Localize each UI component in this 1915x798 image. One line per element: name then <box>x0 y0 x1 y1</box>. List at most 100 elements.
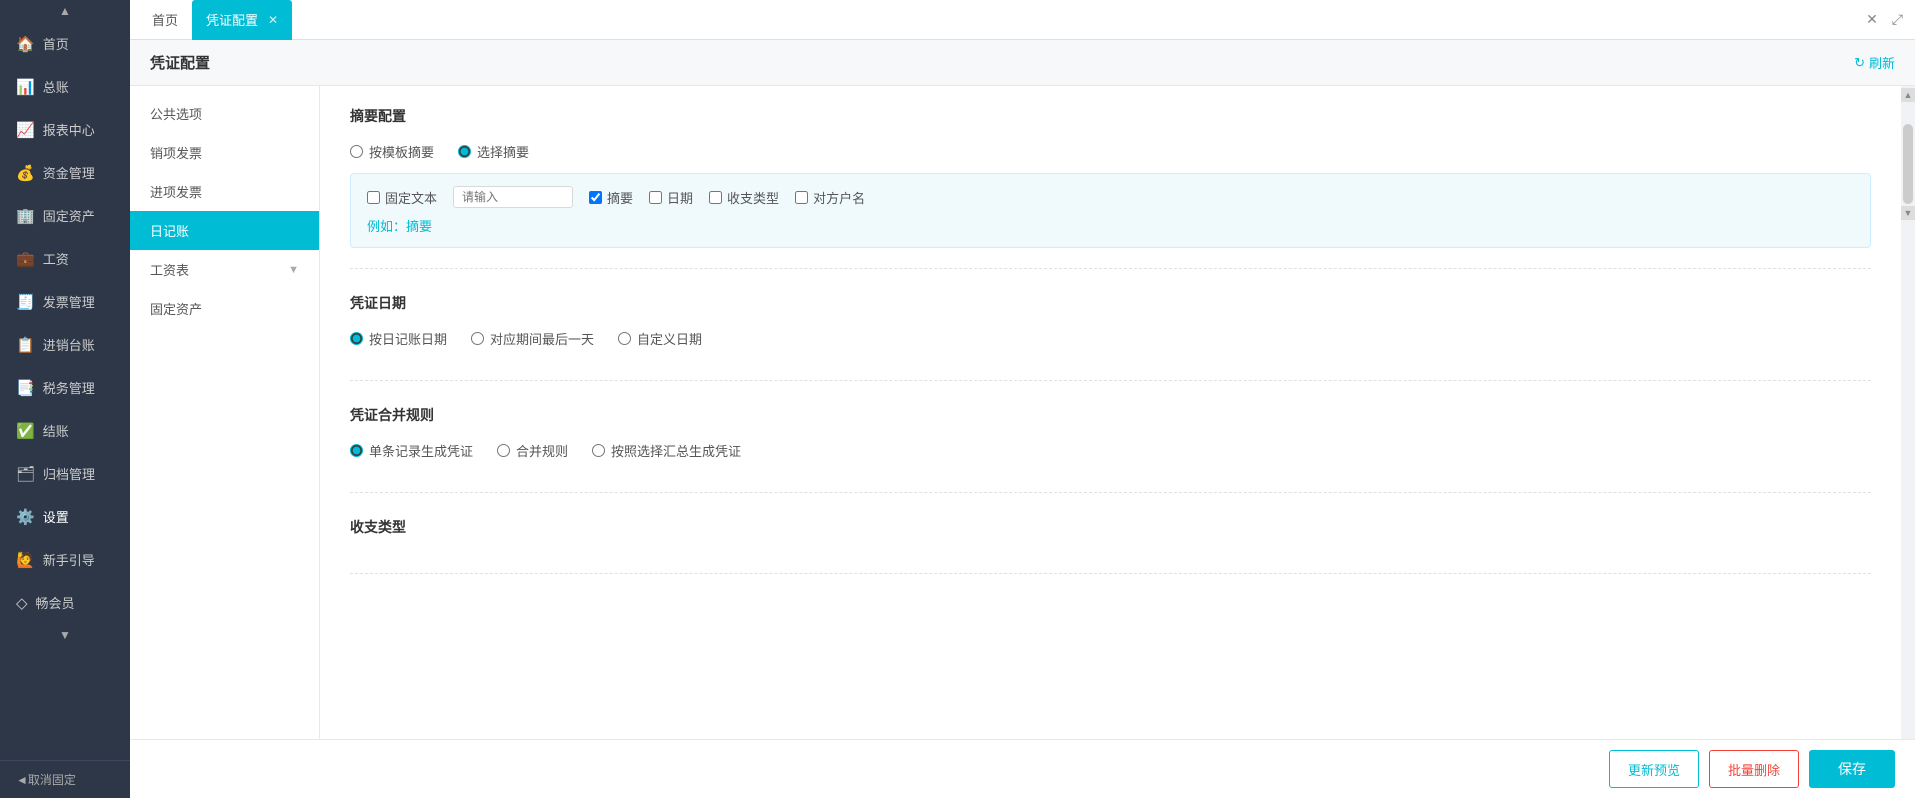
sidebar-unpin-button[interactable]: ◄取消固定 <box>0 760 130 798</box>
income-type-checkbox-item[interactable]: 收支类型 <box>709 188 779 207</box>
fixed-text-label: 固定文本 <box>385 188 437 207</box>
date-custom-radio[interactable] <box>618 332 631 345</box>
left-nav-item-sales-invoice[interactable]: 销项发票 <box>130 133 319 172</box>
sidebar-item-sales[interactable]: 📋 进销台账 <box>0 323 130 366</box>
refresh-button[interactable]: ↻ 刷新 <box>1854 53 1895 72</box>
sidebar-item-label: 固定资产 <box>43 206 95 225</box>
merge-rule-radio[interactable] <box>497 444 510 457</box>
abstract-template-radio[interactable] <box>350 145 363 158</box>
date-option-custom[interactable]: 自定义日期 <box>618 329 702 348</box>
tab-voucher-config[interactable]: 凭证配置 ✕ <box>192 0 292 40</box>
date-checkbox-item[interactable]: 日期 <box>649 188 693 207</box>
sidebar-item-archive[interactable]: 🗂 归档管理 <box>0 452 130 495</box>
tab-bar: 首页 凭证配置 ✕ ✕ ⤢ <box>130 0 1915 40</box>
merge-single-radio[interactable] <box>350 444 363 457</box>
counterpart-label: 对方户名 <box>813 188 865 207</box>
member-icon: ◇ <box>16 594 28 612</box>
update-preview-button[interactable]: 更新预览 <box>1609 750 1699 788</box>
left-nav-item-fixed-assets[interactable]: 固定资产 <box>130 289 319 328</box>
sidebar-item-tax[interactable]: 📑 税务管理 <box>0 366 130 409</box>
left-nav-label: 固定资产 <box>150 299 202 318</box>
payroll-icon: 💼 <box>16 250 35 268</box>
merge-option-by-selection[interactable]: 按照选择汇总生成凭证 <box>592 441 741 460</box>
sidebar-item-settings[interactable]: ⚙️ 设置 <box>0 495 130 538</box>
sidebar-item-label: 设置 <box>43 507 69 526</box>
sidebar-scroll-up[interactable]: ▲ <box>0 0 130 22</box>
sidebar-item-label: 畅会员 <box>36 593 75 612</box>
left-nav-item-journal[interactable]: 日记账 <box>130 211 319 250</box>
right-content: 摘要配置 按模板摘要 选择摘要 固定文本 <box>320 86 1901 739</box>
assets-icon: 🏢 <box>16 207 35 225</box>
abstract-checkbox-item[interactable]: 摘要 <box>589 188 633 207</box>
abstract-mode-template[interactable]: 按模板摘要 <box>350 142 434 161</box>
abstract-select-radio[interactable] <box>458 145 471 158</box>
date-last-day-radio[interactable] <box>471 332 484 345</box>
sidebar-item-member[interactable]: ◇ 畅会员 <box>0 581 130 624</box>
tab-voucher-config-label: 凭证配置 <box>206 10 258 29</box>
income-type-checkbox[interactable] <box>709 191 722 204</box>
sidebar: ▲ 🏠 首页 📊 总账 📈 报表中心 💰 资金管理 🏢 固定资产 💼 工资 🧾 … <box>0 0 130 798</box>
fixed-text-checkbox[interactable] <box>367 191 380 204</box>
archive-icon: 🗂 <box>16 465 35 483</box>
merge-section-title: 凭证合并规则 <box>350 405 1871 425</box>
scroll-thumb[interactable] <box>1903 124 1913 204</box>
abstract-checkbox[interactable] <box>589 191 602 204</box>
tab-home-label: 首页 <box>152 10 178 29</box>
sidebar-scroll-down[interactable]: ▼ <box>0 624 130 646</box>
scroll-down-btn[interactable]: ▼ <box>1901 206 1915 220</box>
main-area: 首页 凭证配置 ✕ ✕ ⤢ 凭证配置 ↻ 刷新 公共选项 销项发票 进 <box>130 0 1915 798</box>
sidebar-item-ledger[interactable]: 📊 总账 <box>0 65 130 108</box>
counterpart-checkbox[interactable] <box>795 191 808 204</box>
outer-scrollbar: ▲ ▼ <box>1901 86 1915 739</box>
page-header: 凭证配置 ↻ 刷新 <box>130 40 1915 86</box>
batch-delete-button[interactable]: 批量删除 <box>1709 750 1799 788</box>
abstract-checkbox-row: 固定文本 摘要 日期 收支类型 <box>367 186 1854 208</box>
bottom-actions: 更新预览 批量删除 保存 <box>130 739 1915 798</box>
date-last-day-label: 对应期间最后一天 <box>490 329 594 348</box>
sidebar-item-home[interactable]: 🏠 首页 <box>0 22 130 65</box>
left-nav-item-payroll-table[interactable]: 工资表 ▼ <box>130 250 319 289</box>
abstract-mode-select[interactable]: 选择摘要 <box>458 142 529 161</box>
tab-bar-actions: ✕ ⤢ <box>1862 11 1907 28</box>
income-type-section: 收支类型 <box>350 517 1871 574</box>
sidebar-item-label: 总账 <box>43 77 69 96</box>
sidebar-item-payroll[interactable]: 💼 工资 <box>0 237 130 280</box>
sidebar-item-fund[interactable]: 💰 资金管理 <box>0 151 130 194</box>
abstract-example: 例如：摘要 <box>367 216 1854 235</box>
tab-home[interactable]: 首页 <box>138 0 192 40</box>
home-icon: 🏠 <box>16 35 35 53</box>
fixed-text-input[interactable] <box>453 186 573 208</box>
merge-selection-radio[interactable] <box>592 444 605 457</box>
left-nav-item-public[interactable]: 公共选项 <box>130 94 319 133</box>
date-checkbox[interactable] <box>649 191 662 204</box>
sidebar-item-invoice[interactable]: 🧾 发票管理 <box>0 280 130 323</box>
sidebar-item-label: 进销台账 <box>43 335 95 354</box>
sidebar-item-guide[interactable]: 🙋 新手引导 <box>0 538 130 581</box>
date-custom-label: 自定义日期 <box>637 329 702 348</box>
counterpart-checkbox-item[interactable]: 对方户名 <box>795 188 865 207</box>
abstract-select-label: 选择摘要 <box>477 142 529 161</box>
left-nav-item-purchase-invoice[interactable]: 进项发票 <box>130 172 319 211</box>
date-option-journal[interactable]: 按日记账日期 <box>350 329 447 348</box>
save-button[interactable]: 保存 <box>1809 750 1895 788</box>
sidebar-item-label: 报表中心 <box>43 120 95 139</box>
scroll-up-btn[interactable]: ▲ <box>1901 88 1915 102</box>
merge-option-single[interactable]: 单条记录生成凭证 <box>350 441 473 460</box>
sidebar-item-label: 首页 <box>43 34 69 53</box>
income-type-section-title: 收支类型 <box>350 517 1871 537</box>
settings-icon: ⚙️ <box>16 508 35 526</box>
date-option-last-day[interactable]: 对应期间最后一天 <box>471 329 594 348</box>
sidebar-item-assets[interactable]: 🏢 固定资产 <box>0 194 130 237</box>
left-nav: 公共选项 销项发票 进项发票 日记账 工资表 ▼ 固定资产 <box>130 86 320 739</box>
chevron-down-icon: ▼ <box>288 264 299 276</box>
tab-close-icon[interactable]: ✕ <box>268 13 278 27</box>
date-journal-radio[interactable] <box>350 332 363 345</box>
merge-option-rule[interactable]: 合并规则 <box>497 441 568 460</box>
sidebar-item-report[interactable]: 📈 报表中心 <box>0 108 130 151</box>
sidebar-item-label: 新手引导 <box>43 550 95 569</box>
window-close-icon[interactable]: ✕ <box>1862 11 1882 28</box>
guide-icon: 🙋 <box>16 551 35 569</box>
sidebar-item-close[interactable]: ✅ 结账 <box>0 409 130 452</box>
window-resize-icon[interactable]: ⤢ <box>1888 11 1907 28</box>
fixed-text-checkbox-item[interactable]: 固定文本 <box>367 188 437 207</box>
